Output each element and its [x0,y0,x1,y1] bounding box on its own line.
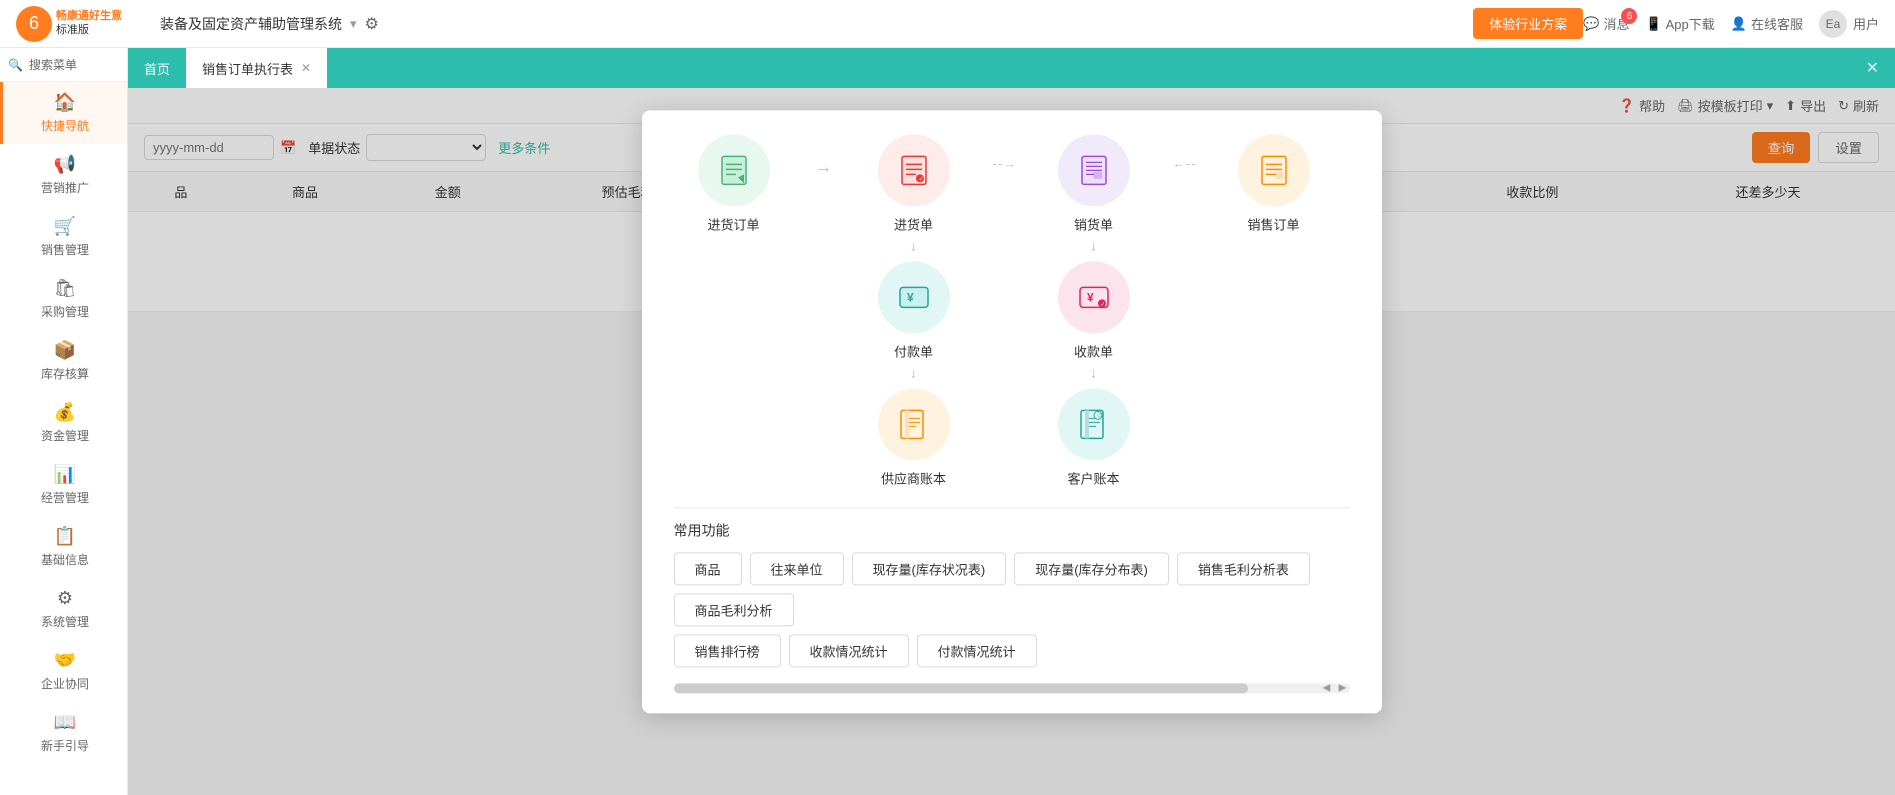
func-btn-payment-stats[interactable]: 付款情况统计 [917,634,1037,667]
sidebar-item-sales[interactable]: 🛒 销售管理 [0,206,127,268]
sales-bill-node[interactable] [1058,134,1130,206]
logo-icon: 6 [16,6,52,42]
sidebar-item-purchase[interactable]: 🛍 采购管理 [0,268,127,330]
common-functions-title: 常用功能 [674,520,1350,540]
tab-bar: 首页 销售订单执行表 ✕ ✕ [128,48,1895,88]
receipt-label: 收款单 [1074,341,1113,360]
tab-sales-order-exec[interactable]: 销售订单执行表 ✕ [186,48,327,88]
customer-account-node[interactable]: ☺ [1058,388,1130,460]
sidebar-item-inventory[interactable]: 📦 库存核算 [0,330,127,392]
sales-order-label: 销售订单 [1247,214,1299,233]
download-icon: 📱 [1645,16,1661,32]
close-all-tabs-button[interactable]: ✕ [1850,58,1895,78]
sales-bill-label: 销货单 [1074,214,1113,233]
sales-order-node[interactable] [1238,134,1310,206]
megaphone-icon: 📢 [54,154,76,175]
sidebar-item-marketing[interactable]: 📢 营销推广 [0,144,127,206]
func-btn-receipt-stats[interactable]: 收款情况统计 [789,634,909,667]
arrow-payment-to-supplier: ↓ [910,364,917,380]
payment-label: 付款单 [894,341,933,360]
func-btn-sales-margin[interactable]: 销售毛利分析表 [1177,552,1310,585]
svg-text:✓: ✓ [918,175,924,182]
scroll-left-icon[interactable]: ◀ [1320,681,1334,695]
scrollbar-thumb[interactable] [674,683,1249,693]
sidebar-item-system[interactable]: ⚙ 系统管理 [0,578,127,640]
flow-diagram: 进货订单 → [674,134,1350,487]
arrow-purchase-order-to-bill: → [794,134,854,177]
logo-area: 6 畅康通好生意 标准版 [16,6,144,42]
function-buttons-grid-2: 销售排行榜 收款情况统计 付款情况统计 [674,634,1350,667]
search-menu-button[interactable]: 🔍 搜索菜单 [0,48,127,82]
func-btn-sales-rank[interactable]: 销售排行榜 [674,634,781,667]
dashed-arrow-left-icon: ← - - [1173,156,1195,170]
message-badge: 6 [1621,8,1637,24]
func-btn-counterpart[interactable]: 往来单位 [750,552,844,585]
try-button[interactable]: 体验行业方案 [1473,8,1583,39]
sidebar-item-operations[interactable]: 📊 经营管理 [0,454,127,516]
quick-nav-modal: 进货订单 → [642,110,1382,713]
func-btn-stock-status[interactable]: 现存量(库存状况表) [852,552,1007,585]
func-btn-stock-dist[interactable]: 现存量(库存分布表) [1014,552,1169,585]
handshake-icon: 🤝 [54,650,76,671]
online-service-button[interactable]: 👤 在线客服 [1731,14,1803,33]
modal-scrollbar[interactable]: ◀ ▶ [674,683,1350,693]
content-area: 首页 销售订单执行表 ✕ ✕ ❓ 帮助 🖨 [128,48,1895,795]
arrow-bill-to-payment: ↓ [910,237,917,253]
logo-text: 畅康通好生意 标准版 [56,10,122,36]
svg-text:☺: ☺ [1096,412,1103,419]
search-icon: 🔍 [8,58,23,72]
content-body: ❓ 帮助 🖨 按模板打印 ▾ ⬆ 导出 ↻ 刷新 [128,88,1895,795]
sidebar-item-guide[interactable]: 📖 新手引导 [0,702,127,764]
cart-icon: 🛒 [54,216,76,237]
bag-icon: 🛍 [54,278,77,299]
sidebar-item-finance[interactable]: 💰 资金管理 [0,392,127,454]
payment-node[interactable]: ¥ [878,261,950,333]
svg-text:¥: ¥ [907,290,914,304]
svg-text:¥: ¥ [1087,290,1094,304]
supplier-account-node[interactable] [878,388,950,460]
money-icon: 💰 [54,402,76,423]
system-title: 装备及固定资产辅助管理系统 [160,14,342,34]
dashed-arrow-icon: - - → [993,156,1015,170]
svg-text:✓: ✓ [1100,301,1105,307]
func-btn-product-margin[interactable]: 商品毛利分析 [674,593,794,626]
function-buttons-grid: 商品 往来单位 现存量(库存状况表) 现存量(库存分布表) 销售毛利分析表 商品… [674,552,1350,626]
sidebar: 🔍 搜索菜单 🏠 快捷导航 📢 营销推广 🛒 销售管理 🛍 采购管理 📦 [0,48,128,795]
chevron-down-icon[interactable]: ▾ [350,16,357,32]
clipboard-icon: 📋 [54,526,76,547]
app-download-button[interactable]: 📱 App下载 [1645,14,1714,33]
service-icon: 👤 [1731,16,1747,32]
purchase-bill-label: 进货单 [894,214,933,233]
arrow-receipt-to-customer: ↓ [1090,364,1097,380]
supplier-account-label: 供应商账本 [881,468,946,487]
sidebar-item-basic-info[interactable]: 📋 基础信息 [0,516,127,578]
purchase-order-label: 进货订单 [707,214,759,233]
top-actions: 💬 消息 6 📱 App下载 👤 在线客服 Ea 用户 [1583,10,1879,38]
book-icon: 📖 [54,712,76,733]
scroll-arrows: ◀ ▶ [1320,681,1350,695]
sidebar-item-cooperation[interactable]: 🤝 企业协同 [0,640,127,702]
gear-icon: ⚙ [57,588,73,609]
settings-icon[interactable]: ⚙ [365,14,379,34]
purchase-order-node[interactable] [698,134,770,206]
message-icon: 💬 [1583,16,1599,32]
home-icon: 🏠 [54,92,76,113]
customer-account-label: 客户账本 [1067,468,1119,487]
purchase-bill-node[interactable]: ✓ [878,134,950,206]
system-title-area: 装备及固定资产辅助管理系统 ▾ ⚙ [144,14,1473,34]
tab-home[interactable]: 首页 [128,48,186,88]
func-btn-product[interactable]: 商品 [674,552,742,585]
tab-close-icon[interactable]: ✕ [301,61,311,75]
receipt-node[interactable]: ¥ ✓ [1058,261,1130,333]
scroll-right-icon[interactable]: ▶ [1336,681,1350,695]
chart-icon: 📊 [54,464,76,485]
box-icon: 📦 [54,340,76,361]
user-menu[interactable]: Ea 用户 [1819,10,1879,38]
avatar: Ea [1819,10,1847,38]
arrow-salesbill-to-receipt: ↓ [1090,237,1097,253]
divider [674,507,1350,508]
message-button[interactable]: 💬 消息 6 [1583,14,1629,33]
sidebar-item-quick-nav[interactable]: 🏠 快捷导航 [0,82,127,144]
